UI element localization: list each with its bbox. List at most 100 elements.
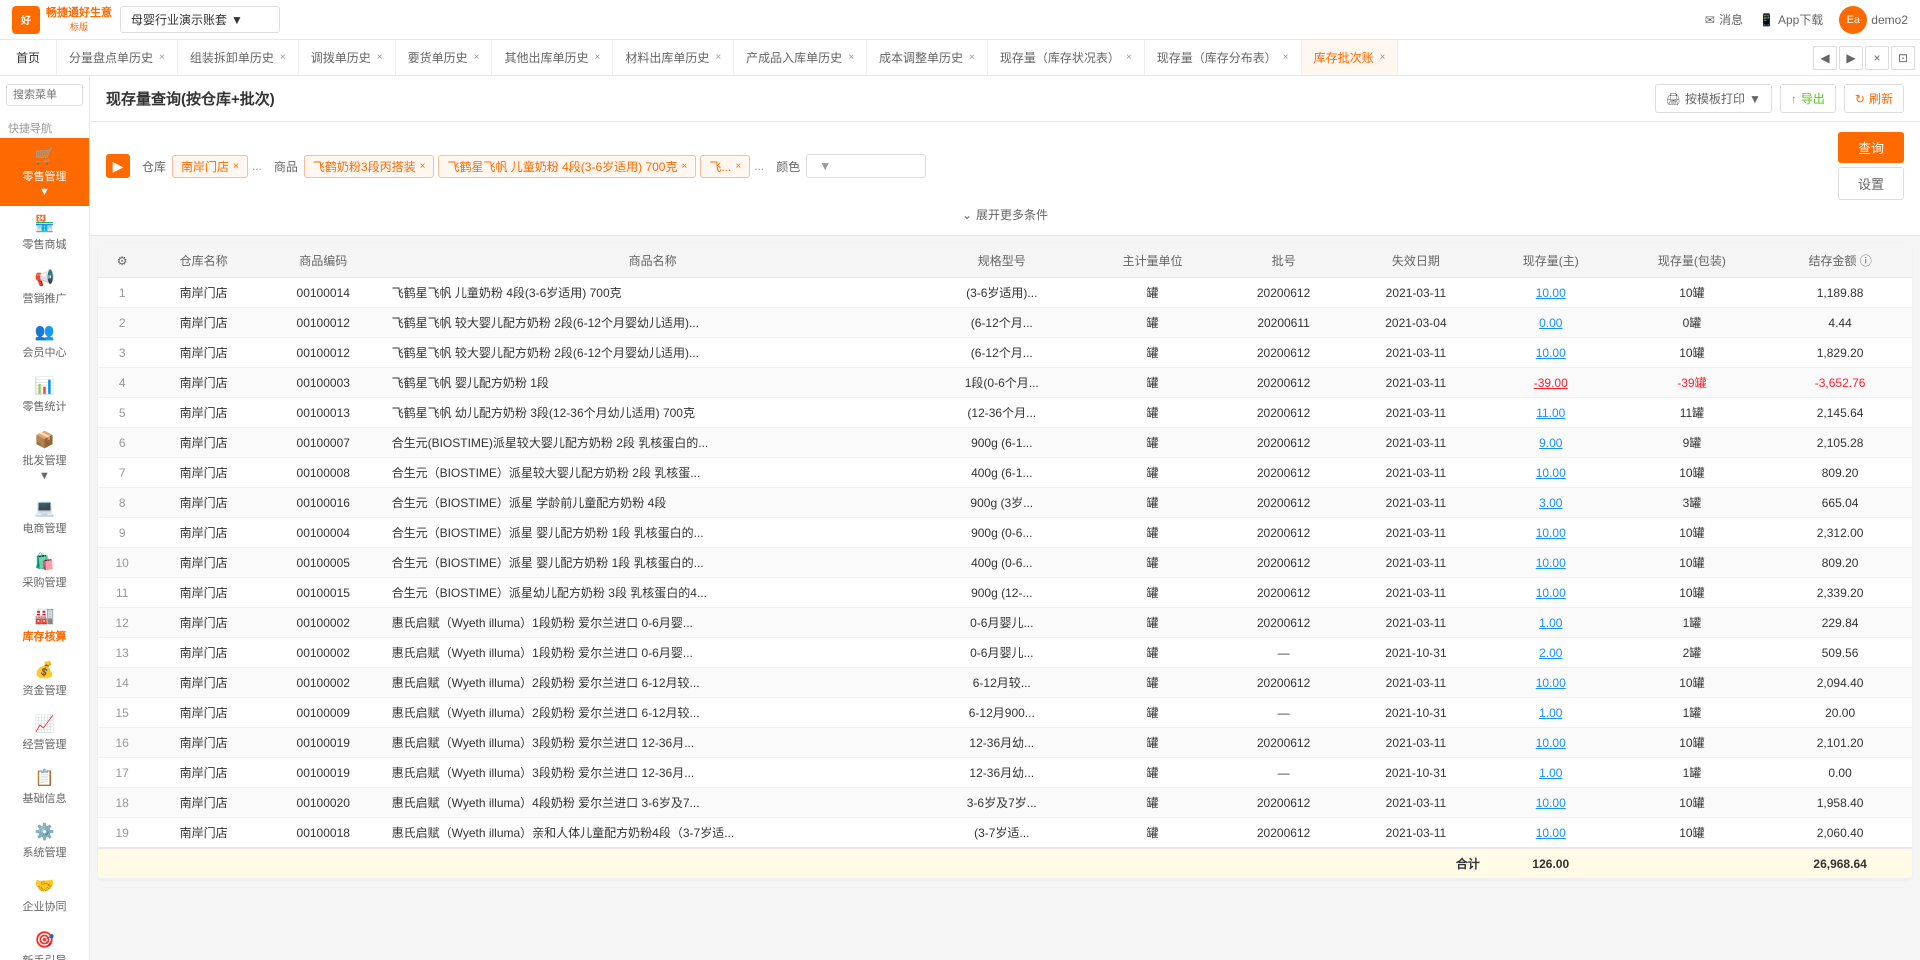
product-tag-1[interactable]: 飞鹤奶粉3段丙搭装 × bbox=[304, 155, 435, 178]
tab-2[interactable]: 组装拆卸单历史 × bbox=[178, 40, 299, 76]
tag-close-icon[interactable]: × bbox=[735, 161, 741, 172]
tag-close-icon[interactable]: × bbox=[233, 161, 239, 172]
sidebar-item-system[interactable]: ⚙️ 系统管理 bbox=[0, 814, 89, 868]
more-products[interactable]: ... bbox=[754, 159, 764, 173]
cell-stock-main[interactable]: -39.00 bbox=[1486, 368, 1616, 398]
tag-close-icon[interactable]: × bbox=[420, 161, 426, 172]
cell-stock-main[interactable]: 0.00 bbox=[1486, 308, 1616, 338]
cell-warehouse: 南岸门店 bbox=[146, 488, 260, 518]
close-icon[interactable]: × bbox=[474, 52, 480, 63]
product-tag-2[interactable]: 飞鹤星飞帆 儿童奶粉 4段(3-6岁适用) 700克 × bbox=[438, 155, 696, 178]
tab-10[interactable]: 现存量（库存分布表）× bbox=[1145, 40, 1302, 76]
col-settings[interactable]: ⚙ bbox=[98, 244, 146, 278]
warehouse-filter: 仓库 南岸门店 × ... bbox=[142, 155, 262, 178]
sidebar-item-ecommerce[interactable]: 💻 电商管理 bbox=[0, 490, 89, 544]
sidebar-item-basic-info[interactable]: 📋 基础信息 bbox=[0, 760, 89, 814]
cell-stock-pkg: 10罐 bbox=[1616, 728, 1769, 758]
refresh-button[interactable]: ↻ 刷新 bbox=[1844, 84, 1904, 113]
user-menu[interactable]: Ea demo2 bbox=[1839, 6, 1908, 34]
product-tag-3[interactable]: 飞... × bbox=[700, 155, 750, 178]
account-selector[interactable]: 母婴行业演示账套 ▼ bbox=[120, 6, 280, 33]
cell-stock-main[interactable]: 10.00 bbox=[1486, 548, 1616, 578]
close-icon[interactable]: × bbox=[159, 52, 165, 63]
sidebar-item-wholesale[interactable]: 📦 批发管理 ▼ bbox=[0, 422, 89, 490]
cell-stock-main[interactable]: 10.00 bbox=[1486, 578, 1616, 608]
search-input[interactable] bbox=[6, 84, 83, 106]
cell-stock-main[interactable]: 1.00 bbox=[1486, 758, 1616, 788]
sidebar-item-operations[interactable]: 📈 经营管理 bbox=[0, 706, 89, 760]
tag-close-icon[interactable]: × bbox=[681, 161, 687, 172]
tab-next-arrow[interactable]: ▶ bbox=[1839, 46, 1863, 70]
tab-inventory-batch[interactable]: 库存批次账 × bbox=[1302, 40, 1399, 76]
print-button[interactable]: 🖨 按模板打印 ▼ bbox=[1655, 84, 1772, 113]
cell-unit: 罐 bbox=[1084, 518, 1221, 548]
sidebar-item-retail-mall[interactable]: 🏪 零售商城 bbox=[0, 206, 89, 260]
warehouse-tag[interactable]: 南岸门店 × bbox=[172, 155, 248, 178]
app-download-button[interactable]: 📱 App下载 bbox=[1759, 11, 1823, 28]
cell-stock-main[interactable]: 10.00 bbox=[1486, 788, 1616, 818]
close-icon[interactable]: × bbox=[1126, 52, 1132, 63]
expand-more-conditions[interactable]: ⌄ 展开更多条件 bbox=[106, 200, 1904, 225]
sidebar-item-retail-mgmt[interactable]: 🛒 零售管理 ▼ bbox=[0, 138, 89, 206]
cell-stock-main[interactable]: 10.00 bbox=[1486, 518, 1616, 548]
table-row: 1 南岸门店 00100014 飞鹤星飞帆 儿童奶粉 4段(3-6岁适用) 70… bbox=[98, 278, 1912, 308]
cell-stock-main[interactable]: 1.00 bbox=[1486, 698, 1616, 728]
tab-8[interactable]: 成本调整单历史 × bbox=[867, 40, 988, 76]
cell-unit: 罐 bbox=[1084, 308, 1221, 338]
cell-expire: 2021-03-11 bbox=[1346, 338, 1486, 368]
tab-9[interactable]: 现存量（库存状况表）× bbox=[988, 40, 1145, 76]
cell-stock-main[interactable]: 2.00 bbox=[1486, 638, 1616, 668]
sidebar-item-enterprise[interactable]: 🤝 企业协同 bbox=[0, 868, 89, 922]
more-warehouses[interactable]: ... bbox=[252, 159, 262, 173]
sidebar-item-guide[interactable]: 🎯 新手引导 bbox=[0, 922, 89, 960]
messages-button[interactable]: ✉ 消息 bbox=[1705, 11, 1743, 28]
close-icon[interactable]: × bbox=[848, 52, 854, 63]
expand-icon: ▼ bbox=[39, 470, 50, 482]
color-select[interactable]: ▼ bbox=[806, 154, 926, 178]
sidebar-item-member[interactable]: 👥 会员中心 bbox=[0, 314, 89, 368]
close-icon[interactable]: × bbox=[715, 52, 721, 63]
tab-3[interactable]: 调拨单历史 × bbox=[299, 40, 396, 76]
tab-5[interactable]: 其他出库单历史 × bbox=[492, 40, 613, 76]
cell-stock-main[interactable]: 11.00 bbox=[1486, 398, 1616, 428]
cell-stock-main[interactable]: 10.00 bbox=[1486, 668, 1616, 698]
tab-prev-arrow[interactable]: ◀ bbox=[1813, 46, 1837, 70]
tab-close-all[interactable]: × bbox=[1865, 46, 1889, 70]
cell-expire: 2021-03-11 bbox=[1346, 278, 1486, 308]
tab-expand[interactable]: ⊡ bbox=[1891, 46, 1915, 70]
close-icon[interactable]: × bbox=[1380, 52, 1386, 63]
table-row: 13 南岸门店 00100002 惠氏启赋（Wyeth illuma）1段奶粉 … bbox=[98, 638, 1912, 668]
cell-stock-main[interactable]: 10.00 bbox=[1486, 338, 1616, 368]
cell-expire: 2021-03-11 bbox=[1346, 368, 1486, 398]
close-icon[interactable]: × bbox=[594, 52, 600, 63]
tab-home[interactable]: 首页 bbox=[0, 40, 57, 76]
cell-stock-main[interactable]: 9.00 bbox=[1486, 428, 1616, 458]
cell-stock-main[interactable]: 10.00 bbox=[1486, 818, 1616, 849]
cell-batch: 20200611 bbox=[1221, 308, 1346, 338]
sidebar-item-marketing[interactable]: 📢 营销推广 bbox=[0, 260, 89, 314]
cell-stock-main[interactable]: 10.00 bbox=[1486, 278, 1616, 308]
sidebar-item-inventory[interactable]: 🏭 库存核算 bbox=[0, 598, 89, 652]
tab-4[interactable]: 要货单历史 × bbox=[396, 40, 493, 76]
tab-7[interactable]: 产成品入库单历史 × bbox=[734, 40, 867, 76]
close-icon[interactable]: × bbox=[377, 52, 383, 63]
cell-stock-main[interactable]: 10.00 bbox=[1486, 458, 1616, 488]
tab-1[interactable]: 分量盘点单历史 × bbox=[57, 40, 178, 76]
close-icon[interactable]: × bbox=[1283, 52, 1289, 63]
export-button[interactable]: ↑ 导出 bbox=[1780, 84, 1836, 113]
cell-code: 00100002 bbox=[261, 668, 386, 698]
cell-stock-main[interactable]: 10.00 bbox=[1486, 728, 1616, 758]
cell-stock-main[interactable]: 3.00 bbox=[1486, 488, 1616, 518]
sidebar-item-label: 批发管理 bbox=[23, 452, 67, 468]
close-icon[interactable]: × bbox=[969, 52, 975, 63]
filter-expand-toggle[interactable]: ▶ bbox=[106, 154, 130, 178]
guide-icon: 🎯 bbox=[35, 930, 55, 950]
sidebar-item-finance[interactable]: 💰 资金管理 bbox=[0, 652, 89, 706]
query-button[interactable]: 查询 bbox=[1838, 132, 1904, 163]
cell-stock-main[interactable]: 1.00 bbox=[1486, 608, 1616, 638]
settings-button[interactable]: 设置 bbox=[1838, 167, 1904, 200]
close-icon[interactable]: × bbox=[280, 52, 286, 63]
sidebar-item-purchase[interactable]: 🛍️ 采购管理 bbox=[0, 544, 89, 598]
tab-6[interactable]: 材料出库单历史 × bbox=[613, 40, 734, 76]
sidebar-item-retail-stats[interactable]: 📊 零售统计 bbox=[0, 368, 89, 422]
